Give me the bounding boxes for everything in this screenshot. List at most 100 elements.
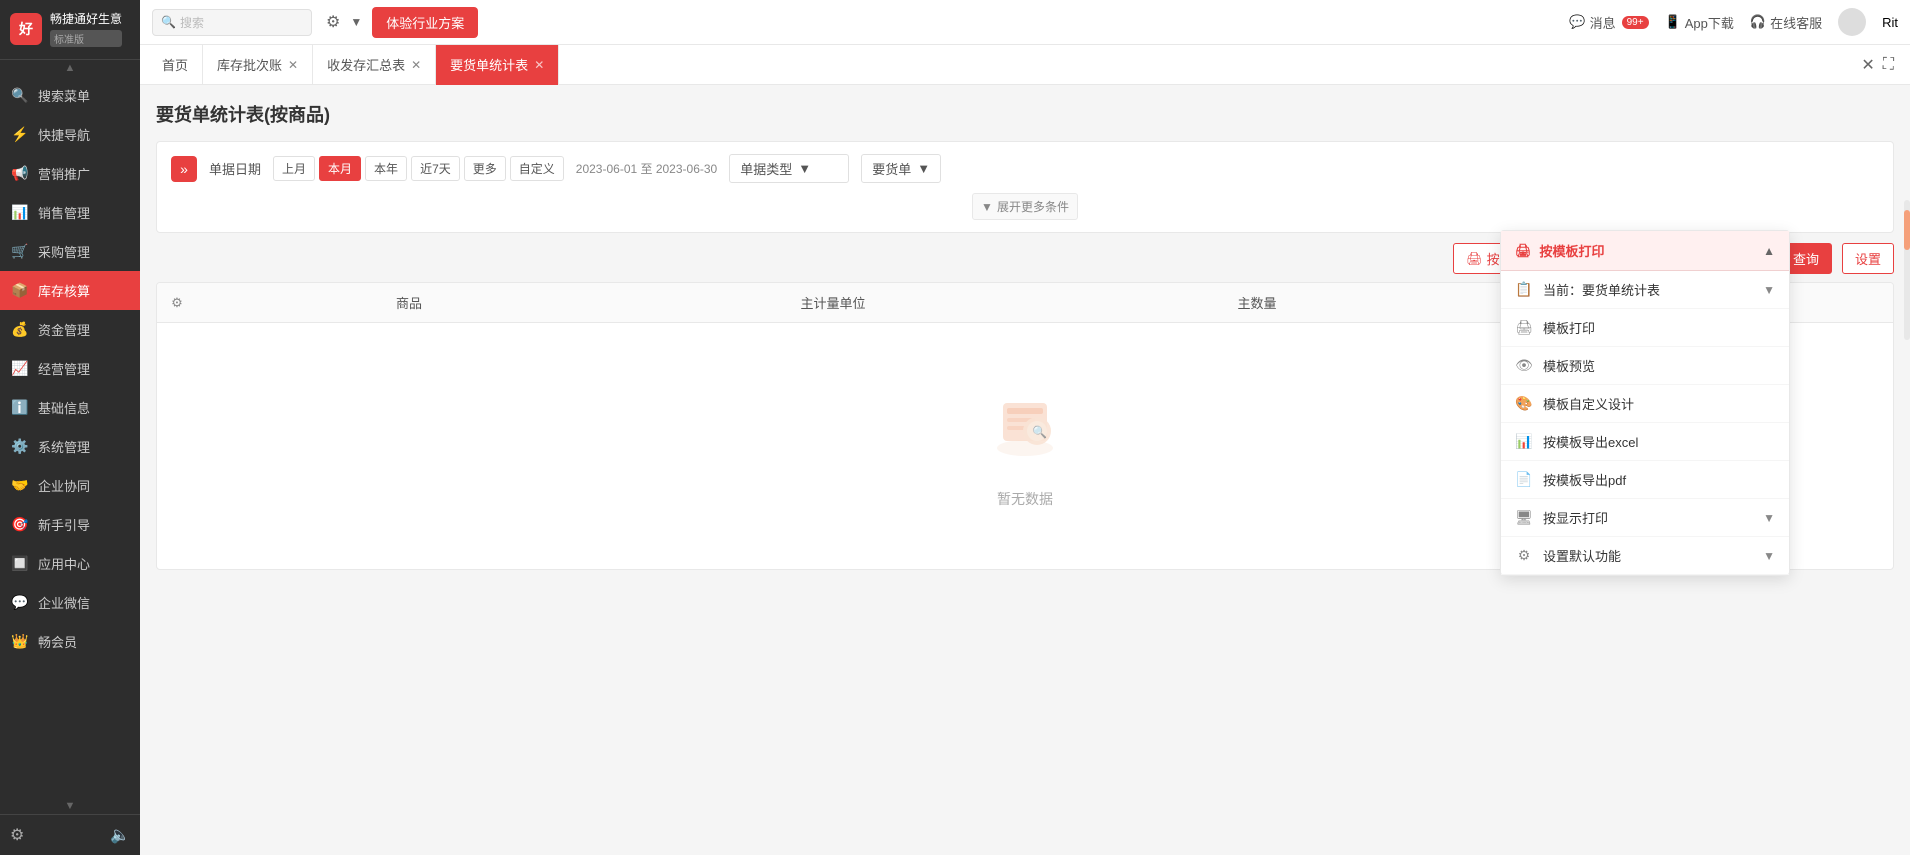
page-title: 要货单统计表(按商品) — [156, 101, 1894, 127]
th-quantity: 主数量 — [1045, 293, 1469, 312]
sidebar-item-wecom[interactable]: 💬 企业微信 — [0, 583, 140, 622]
yaohuodan-filter[interactable]: 要货单 ▼ — [861, 154, 941, 183]
settings-bottom-icon[interactable]: ⚙ — [10, 825, 24, 845]
dropdown-template-design[interactable]: 🎨 模板自定义设计 — [1501, 385, 1789, 423]
sidebar-item-finance[interactable]: 💰 资金管理 — [0, 310, 140, 349]
sidebar-item-basic[interactable]: ℹ️ 基础信息 — [0, 388, 140, 427]
messages-badge: 99+ — [1622, 16, 1649, 29]
sidebar-item-label: 企业协同 — [38, 476, 90, 495]
inventory-icon: 📦 — [10, 282, 30, 299]
tab-batch-account-label: 库存批次账 — [217, 55, 282, 74]
dropdown-title-area: 🖨 按模板打印 — [1515, 241, 1605, 260]
system-icon: ⚙️ — [10, 438, 30, 455]
avatar[interactable] — [1838, 8, 1866, 36]
this-year-btn[interactable]: 本年 — [365, 156, 407, 181]
empty-illustration: 🔍 — [985, 383, 1065, 477]
user-name: Rit — [1882, 15, 1898, 30]
dropdown-template-preview[interactable]: 👁 模板预览 — [1501, 347, 1789, 385]
topbar-search[interactable]: 🔍 搜索 — [152, 9, 312, 36]
scroll-up[interactable]: ▲ — [0, 60, 140, 76]
download-label: App下载 — [1685, 13, 1734, 32]
dropdown-display-print[interactable]: 🖥 按显示打印 ▼ — [1501, 499, 1789, 537]
doc-type-select[interactable]: 单据类型 ▼ — [729, 154, 849, 183]
settings-btn[interactable]: 设置 — [1842, 243, 1894, 274]
wecom-icon: 💬 — [10, 594, 30, 611]
dropdown-export-excel[interactable]: 📊 按模板导出excel — [1501, 423, 1789, 461]
sidebar-item-purchase[interactable]: 🛒 采购管理 — [0, 232, 140, 271]
sidebar-item-member[interactable]: 👑 畅会员 — [0, 622, 140, 661]
close-window-icon[interactable]: ✕ — [1861, 55, 1874, 75]
filter-expand-button[interactable]: » — [171, 156, 197, 182]
dropdown-arrow[interactable]: ▼ — [350, 15, 362, 29]
messages-btn[interactable]: 💬 消息 99+ — [1569, 13, 1648, 32]
quicknav-icon: ⚡ — [10, 126, 30, 143]
speaker-icon[interactable]: 🔈 — [110, 825, 130, 845]
sidebar-item-label: 新手引导 — [38, 515, 90, 534]
template-print-icon: 🖨 — [1515, 319, 1533, 336]
scrollbar-thumb[interactable] — [1904, 210, 1910, 250]
sidebar-item-label: 经营管理 — [38, 359, 90, 378]
topbar-right: 💬 消息 99+ 📱 App下载 🎧 在线客服 Rit — [1569, 8, 1898, 36]
sidebar-item-quicknav[interactable]: ⚡ 快捷导航 — [0, 115, 140, 154]
app-tag: 标准版 — [50, 30, 122, 47]
sidebar-item-label: 库存核算 — [38, 281, 90, 300]
basic-icon: ℹ️ — [10, 399, 30, 416]
sidebar-item-apps[interactable]: 🔲 应用中心 — [0, 544, 140, 583]
tab-order-summary[interactable]: 要货单统计表 ✕ — [436, 45, 559, 85]
sidebar-nav: 🔍 搜索菜单 ⚡ 快捷导航 📢 营销推广 📊 销售管理 🛒 采购管理 📦 库存核… — [0, 76, 140, 798]
messages-label: 消息 — [1590, 13, 1616, 32]
sidebar-item-search[interactable]: 🔍 搜索菜单 — [0, 76, 140, 115]
tab-collection-summary-close[interactable]: ✕ — [411, 58, 421, 72]
print-header-icon: 🖨 — [1515, 243, 1532, 259]
member-icon: 👑 — [10, 633, 30, 650]
more-btn[interactable]: 更多 — [464, 156, 506, 181]
filter-card: » 单据日期 上月 本月 本年 近7天 更多 自定义 2023-06-01 至 … — [156, 141, 1894, 233]
sidebar-item-business[interactable]: 📈 经营管理 — [0, 349, 140, 388]
sidebar-item-inventory[interactable]: 📦 库存核算 — [0, 271, 140, 310]
tab-batch-account-close[interactable]: ✕ — [288, 58, 298, 72]
maximize-icon[interactable]: ⛶ — [1883, 56, 1894, 74]
online-service-btn[interactable]: 🎧 在线客服 — [1750, 13, 1822, 32]
tab-home[interactable]: 首页 — [148, 45, 203, 85]
custom-btn[interactable]: 自定义 — [510, 156, 564, 181]
sidebar-bottom: ⚙ 🔈 — [0, 814, 140, 855]
tabs-bar: 首页 库存批次账 ✕ 收发存汇总表 ✕ 要货单统计表 ✕ ✕ ⛶ — [140, 45, 1910, 85]
dropdown-set-default[interactable]: ⚙ 设置默认功能 ▼ — [1501, 537, 1789, 575]
th-settings[interactable]: ⚙ — [157, 295, 197, 311]
tab-batch-account[interactable]: 库存批次账 ✕ — [203, 45, 313, 85]
purchase-icon: 🛒 — [10, 243, 30, 260]
dropdown-collapse-icon[interactable]: ▲ — [1763, 244, 1775, 258]
print-icon: 🖨 — [1466, 251, 1483, 267]
sidebar-item-system[interactable]: ⚙️ 系统管理 — [0, 427, 140, 466]
prev-month-btn[interactable]: 上月 — [273, 156, 315, 181]
dropdown-template-print[interactable]: 🖨 模板打印 — [1501, 309, 1789, 347]
sidebar-item-collab[interactable]: 🤝 企业协同 — [0, 466, 140, 505]
content-area: 要货单统计表(按商品) » 单据日期 上月 本月 本年 近7天 更多 自定义 2… — [140, 85, 1910, 855]
scroll-down[interactable]: ▼ — [0, 798, 140, 814]
gear-icon[interactable]: ⚙ — [326, 12, 340, 32]
tab-order-summary-close[interactable]: ✕ — [534, 58, 544, 72]
search-icon: 🔍 — [10, 87, 30, 104]
dropdown-export-pdf[interactable]: 📄 按模板导出pdf — [1501, 461, 1789, 499]
app-download-btn[interactable]: 📱 App下载 — [1665, 13, 1734, 32]
dropdown-current-template[interactable]: 📋 当前：要货单统计表 ▼ — [1501, 271, 1789, 309]
last7days-btn[interactable]: 近7天 — [411, 156, 460, 181]
sidebar-item-label: 采购管理 — [38, 242, 90, 261]
tab-collection-summary[interactable]: 收发存汇总表 ✕ — [313, 45, 436, 85]
topbar: 🔍 搜索 ⚙ ▼ 体验行业方案 💬 消息 99+ 📱 App下载 🎧 在线客服 … — [140, 0, 1910, 45]
tab-collection-summary-label: 收发存汇总表 — [327, 55, 405, 74]
scrollbar-track — [1904, 200, 1910, 340]
dropdown-header[interactable]: 🖨 按模板打印 ▲ — [1501, 231, 1789, 271]
sidebar-item-guide[interactable]: 🎯 新手引导 — [0, 505, 140, 544]
template-design-icon: 🎨 — [1515, 395, 1533, 412]
sidebar-item-label: 资金管理 — [38, 320, 90, 339]
current-template-icon: 📋 — [1515, 281, 1533, 298]
sidebar-item-sales[interactable]: 📊 销售管理 — [0, 193, 140, 232]
marketing-icon: 📢 — [10, 165, 30, 182]
trial-button[interactable]: 体验行业方案 — [372, 7, 478, 38]
filter-row: » 单据日期 上月 本月 本年 近7天 更多 自定义 2023-06-01 至 … — [171, 154, 1879, 183]
dropdown-title: 按模板打印 — [1540, 241, 1605, 260]
this-month-btn[interactable]: 本月 — [319, 156, 361, 181]
sidebar-item-marketing[interactable]: 📢 营销推广 — [0, 154, 140, 193]
expand-conditions-btn[interactable]: ▼ 展开更多条件 — [972, 193, 1078, 220]
